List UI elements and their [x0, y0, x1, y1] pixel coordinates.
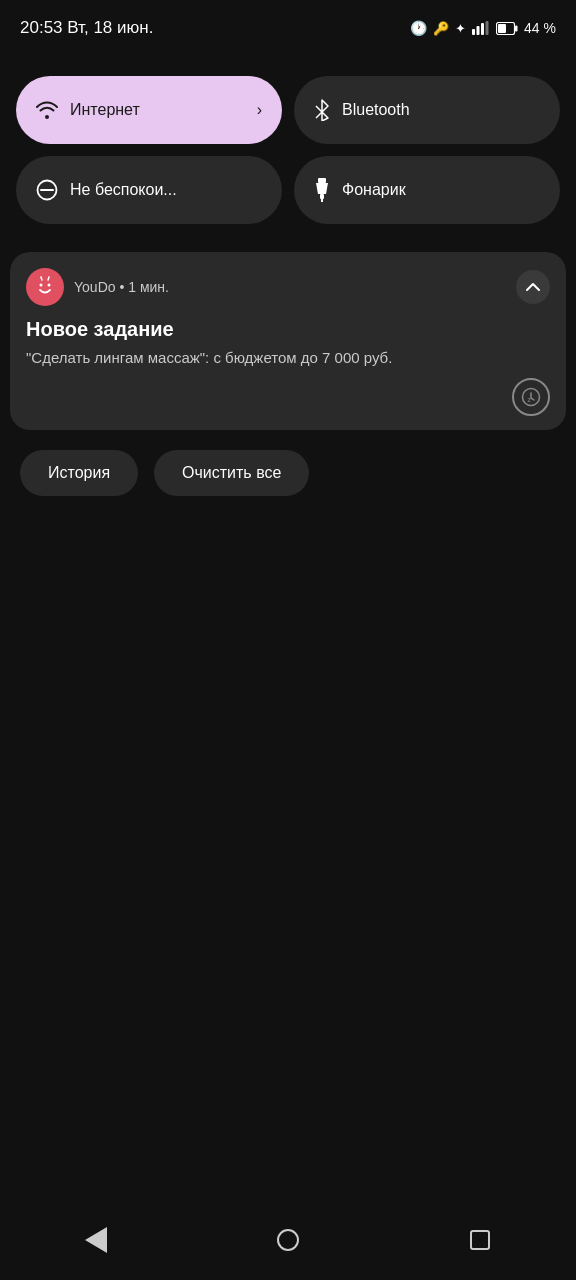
tile-dnd[interactable]: Не беспокои... — [16, 156, 282, 224]
svg-rect-1 — [477, 26, 480, 35]
wifi-icon — [36, 101, 58, 119]
status-icons: 🕐 🔑 ✦ 44 % — [410, 20, 556, 36]
app-name-time: YouDo • 1 мин. — [74, 279, 169, 295]
notification-header: YouDo • 1 мин. — [26, 268, 550, 306]
recents-button[interactable] — [450, 1220, 510, 1260]
back-icon — [85, 1227, 107, 1253]
snooze-button[interactable]: z — [512, 378, 550, 416]
battery-icon — [496, 22, 518, 35]
app-name: YouDo — [74, 279, 116, 295]
svg-line-8 — [316, 112, 322, 118]
tile-bluetooth[interactable]: Bluetooth — [294, 76, 560, 144]
key-icon: 🔑 — [433, 21, 449, 36]
svg-point-14 — [31, 273, 59, 301]
tile-dnd-label: Не беспокои... — [70, 181, 262, 199]
chevron-right-icon: › — [257, 101, 262, 119]
app-info: YouDo • 1 мин. — [26, 268, 169, 306]
svg-rect-2 — [481, 23, 484, 35]
notification-title: Новое задание — [26, 318, 550, 341]
bluetooth-icon — [314, 99, 330, 121]
clear-all-button[interactable]: Очистить все — [154, 450, 309, 496]
svg-rect-12 — [320, 194, 324, 199]
home-icon — [277, 1229, 299, 1251]
signal-icon — [472, 21, 490, 35]
svg-rect-5 — [515, 25, 518, 31]
alarm-icon: 🕐 — [410, 20, 427, 36]
svg-rect-0 — [472, 29, 475, 35]
svg-point-16 — [48, 284, 51, 287]
expand-collapse-button[interactable] — [516, 270, 550, 304]
svg-rect-3 — [486, 21, 489, 35]
home-button[interactable] — [258, 1220, 318, 1260]
tile-internet-label: Интернет — [70, 101, 245, 119]
svg-point-15 — [40, 284, 43, 287]
navigation-bar — [0, 1208, 576, 1280]
back-button[interactable] — [66, 1220, 126, 1260]
history-button[interactable]: История — [20, 450, 138, 496]
quick-tiles: Интернет › Bluetooth Не беспокои... — [0, 52, 576, 240]
svg-rect-6 — [498, 24, 506, 33]
status-bar: 20:53 Вт, 18 июн. 🕐 🔑 ✦ 44 % — [0, 0, 576, 52]
bt-status-icon: ✦ — [455, 21, 466, 36]
battery-pct: 44 % — [524, 20, 556, 36]
tile-flashlight-label: Фонарик — [342, 181, 540, 199]
notification-actions: z — [26, 378, 550, 416]
tile-internet[interactable]: Интернет › — [16, 76, 282, 144]
svg-rect-11 — [318, 178, 326, 183]
status-time: 20:53 Вт, 18 июн. — [20, 18, 153, 38]
svg-text:z: z — [528, 396, 532, 403]
notification-body: "Сделать лингам массаж": с бюджетом до 7… — [26, 347, 550, 368]
svg-line-7 — [316, 106, 322, 112]
tile-bluetooth-label: Bluetooth — [342, 101, 540, 119]
app-time: • 1 мин. — [119, 279, 169, 295]
tile-flashlight[interactable]: Фонарик — [294, 156, 560, 224]
youdo-app-icon — [26, 268, 64, 306]
flashlight-icon — [314, 178, 330, 202]
dnd-icon — [36, 179, 58, 201]
notification-card: YouDo • 1 мин. Новое задание "Сделать ли… — [10, 252, 566, 430]
bottom-buttons: История Очистить все — [0, 430, 576, 496]
recents-icon — [470, 1230, 490, 1250]
